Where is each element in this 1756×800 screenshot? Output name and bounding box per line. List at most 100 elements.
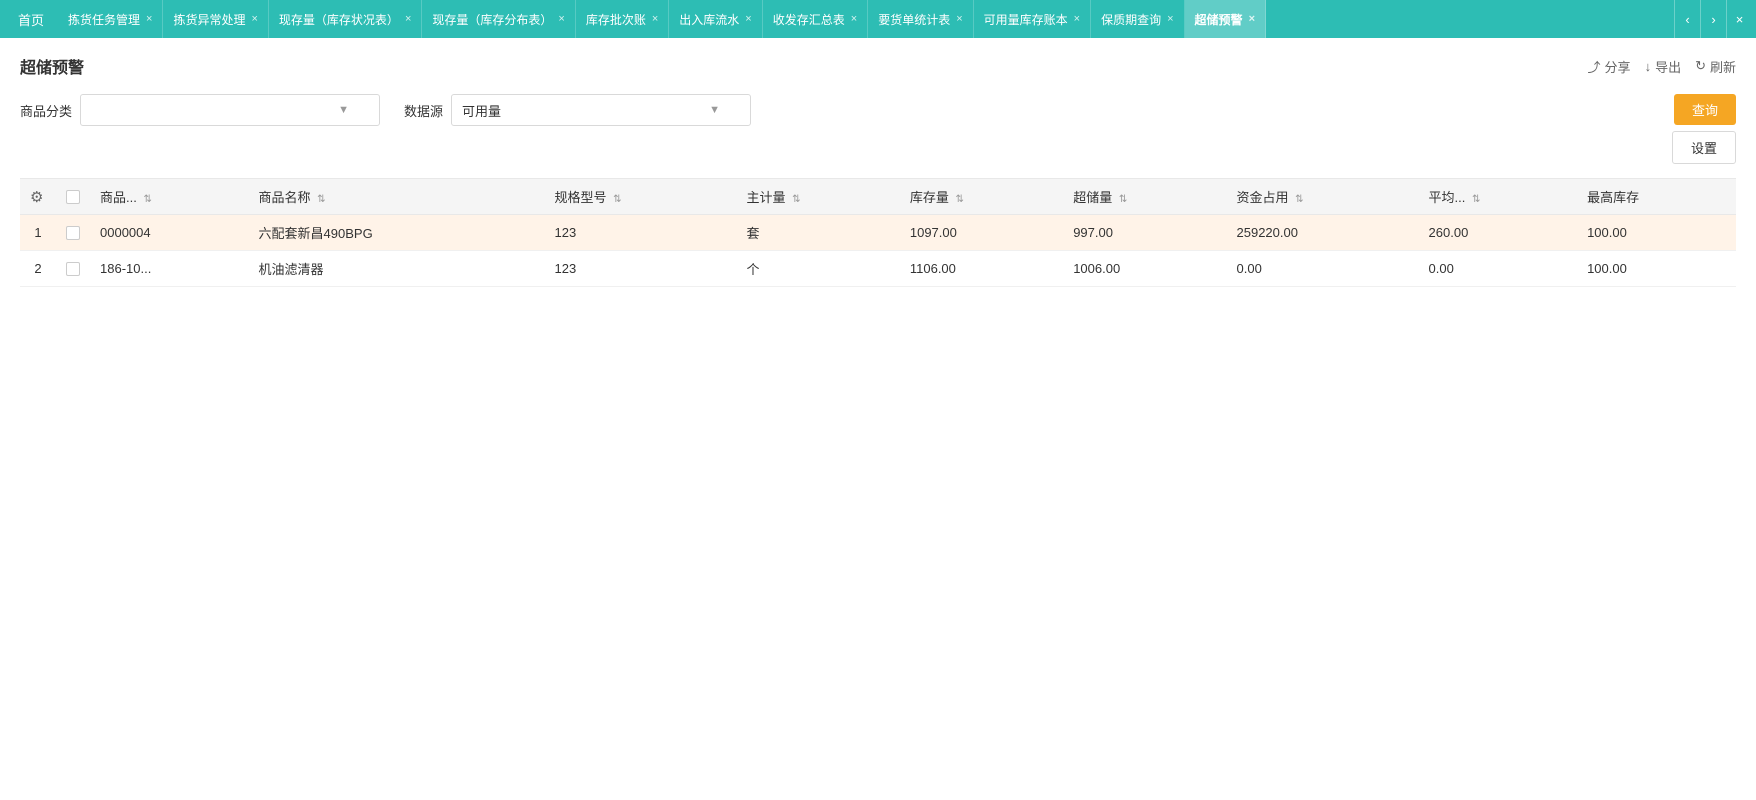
sort-product-name-icon[interactable]: ⇅ <box>317 194 325 205</box>
sort-capital-icon[interactable]: ⇅ <box>1295 194 1303 205</box>
tab-label: 保质期查询 <box>1101 11 1161 28</box>
category-label: 商品分类 <box>20 101 72 120</box>
tab-close-icon[interactable]: × <box>1074 13 1080 25</box>
topbar-tab-7[interactable]: 要货单统计表 × <box>868 0 973 38</box>
topbar-tab-2[interactable]: 现存量（库存状况表） × <box>269 0 422 38</box>
tab-close-icon[interactable]: × <box>251 13 257 25</box>
col-avg[interactable]: 平均... ⇅ <box>1419 179 1578 215</box>
tab-close-icon[interactable]: × <box>1167 13 1173 25</box>
table-row[interactable]: 2 186-10... 机油滤清器 123 个 1106.00 1006.00 … <box>20 251 1736 287</box>
topbar-tab-1[interactable]: 拣货异常处理× <box>163 0 268 38</box>
col-product-code-label: 商品... <box>100 190 137 205</box>
col-checkbox-header[interactable] <box>56 179 90 215</box>
filter-section: 商品分类 ▼ 数据源 可用量 ▼ <box>20 94 751 126</box>
cell-max-stock: 100.00 <box>1577 215 1736 251</box>
table-body: 1 0000004 六配套新昌490BPG 123 套 1097.00 997.… <box>20 215 1736 287</box>
col-settings[interactable]: ⚙ <box>20 179 56 215</box>
home-tab[interactable]: 首页 <box>4 0 58 38</box>
topbar-tab-0[interactable]: 拣货任务管理× <box>58 0 163 38</box>
tab-close-icon[interactable]: × <box>558 13 564 25</box>
datasource-select[interactable]: 可用量 ▼ <box>451 94 751 126</box>
cell-checkbox[interactable] <box>56 251 90 287</box>
cell-stock: 1106.00 <box>900 251 1063 287</box>
topbar-tab-4[interactable]: 库存批次账 × <box>576 0 669 38</box>
export-button[interactable]: ↓ 导出 <box>1645 57 1682 76</box>
cell-overstock: 997.00 <box>1063 215 1226 251</box>
tab-label: 库存批次账 <box>586 11 646 28</box>
filter-area: 商品分类 ▼ 数据源 可用量 ▼ 查询 设置 <box>20 94 1736 164</box>
tab-close-icon[interactable]: × <box>146 13 152 25</box>
refresh-icon: ↻ <box>1695 58 1706 74</box>
page-header: 超储预警 ⤴ 分享 ↓ 导出 ↻ 刷新 <box>20 54 1736 78</box>
nav-next-button[interactable]: › <box>1700 0 1726 38</box>
cell-row-num: 1 <box>20 215 56 251</box>
cell-stock: 1097.00 <box>900 215 1063 251</box>
sort-unit-icon[interactable]: ⇅ <box>792 194 800 205</box>
col-stock[interactable]: 库存量 ⇅ <box>900 179 1063 215</box>
sort-product-code-icon[interactable]: ⇅ <box>143 194 151 205</box>
header-actions: ⤴ 分享 ↓ 导出 ↻ 刷新 <box>1588 57 1736 76</box>
tab-label: 超储预警 <box>1195 11 1243 28</box>
cell-spec: 123 <box>545 215 737 251</box>
row-checkbox[interactable] <box>66 262 80 276</box>
col-product-name[interactable]: 商品名称 ⇅ <box>249 179 545 215</box>
query-button[interactable]: 查询 <box>1674 94 1736 125</box>
cell-capital: 259220.00 <box>1227 215 1419 251</box>
topbar-tab-3[interactable]: 现存量（库存分布表） × <box>422 0 575 38</box>
cell-spec: 123 <box>545 251 737 287</box>
col-capital[interactable]: 资金占用 ⇅ <box>1227 179 1419 215</box>
tab-close-icon[interactable]: × <box>1249 13 1255 25</box>
cell-capital: 0.00 <box>1227 251 1419 287</box>
col-product-code[interactable]: 商品... ⇅ <box>90 179 249 215</box>
cell-avg: 260.00 <box>1419 215 1578 251</box>
cell-product-name: 六配套新昌490BPG <box>249 215 545 251</box>
col-unit[interactable]: 主计量 ⇅ <box>737 179 900 215</box>
topbar-tab-10[interactable]: 超储预警 × <box>1185 0 1266 38</box>
topbar: 首页 拣货任务管理×拣货异常处理×现存量（库存状况表）×现存量（库存分布表）×库… <box>0 0 1756 38</box>
tab-label: 要货单统计表 <box>878 11 950 28</box>
topbar-tab-6[interactable]: 收发存汇总表 × <box>763 0 868 38</box>
sort-overstock-icon[interactable]: ⇅ <box>1119 194 1127 205</box>
tab-close-icon[interactable]: × <box>652 13 658 25</box>
data-table: ⚙ 商品... ⇅ 商品名称 ⇅ 规格型号 ⇅ 主计量 <box>20 178 1736 287</box>
tab-label: 出入库流水 <box>679 11 739 28</box>
gear-icon[interactable]: ⚙ <box>30 189 43 206</box>
cell-unit: 套 <box>737 215 900 251</box>
category-select[interactable]: ▼ <box>80 94 380 126</box>
sort-stock-icon[interactable]: ⇅ <box>956 194 964 205</box>
tab-close-icon[interactable]: × <box>745 13 751 25</box>
refresh-button[interactable]: ↻ 刷新 <box>1695 57 1736 76</box>
tab-label: 现存量（库存分布表） <box>432 11 552 28</box>
datasource-arrow-icon: ▼ <box>709 104 720 116</box>
col-overstock[interactable]: 超储量 ⇅ <box>1063 179 1226 215</box>
category-filter: 商品分类 ▼ <box>20 94 380 126</box>
row-checkbox[interactable] <box>66 226 80 240</box>
tab-label: 现存量（库存状况表） <box>279 11 399 28</box>
table-row[interactable]: 1 0000004 六配套新昌490BPG 123 套 1097.00 997.… <box>20 215 1736 251</box>
col-avg-label: 平均... <box>1429 190 1466 205</box>
cell-product-code: 0000004 <box>90 215 249 251</box>
tab-label: 收发存汇总表 <box>773 11 845 28</box>
tab-close-icon[interactable]: × <box>851 13 857 25</box>
col-max-stock-label: 最高库存 <box>1587 190 1639 205</box>
sort-avg-icon[interactable]: ⇅ <box>1472 194 1480 205</box>
cell-product-name: 机油滤清器 <box>249 251 545 287</box>
tabs-container: 拣货任务管理×拣货异常处理×现存量（库存状况表）×现存量（库存分布表）×库存批次… <box>58 0 1674 38</box>
settings-button[interactable]: 设置 <box>1672 131 1736 164</box>
col-spec-label: 规格型号 <box>555 190 607 205</box>
col-max-stock[interactable]: 最高库存 <box>1577 179 1736 215</box>
nav-prev-button[interactable]: ‹ <box>1674 0 1700 38</box>
share-button[interactable]: ⤴ 分享 <box>1588 57 1631 76</box>
nav-close-button[interactable]: × <box>1726 0 1752 38</box>
cell-max-stock: 100.00 <box>1577 251 1736 287</box>
sort-spec-icon[interactable]: ⇅ <box>613 194 621 205</box>
col-spec[interactable]: 规格型号 ⇅ <box>545 179 737 215</box>
select-all-checkbox[interactable] <box>66 190 80 204</box>
cell-avg: 0.00 <box>1419 251 1578 287</box>
tab-close-icon[interactable]: × <box>405 13 411 25</box>
tab-close-icon[interactable]: × <box>956 13 962 25</box>
topbar-tab-5[interactable]: 出入库流水 × <box>669 0 762 38</box>
topbar-tab-9[interactable]: 保质期查询 × <box>1091 0 1184 38</box>
cell-checkbox[interactable] <box>56 215 90 251</box>
topbar-tab-8[interactable]: 可用量库存账本× <box>974 0 1091 38</box>
